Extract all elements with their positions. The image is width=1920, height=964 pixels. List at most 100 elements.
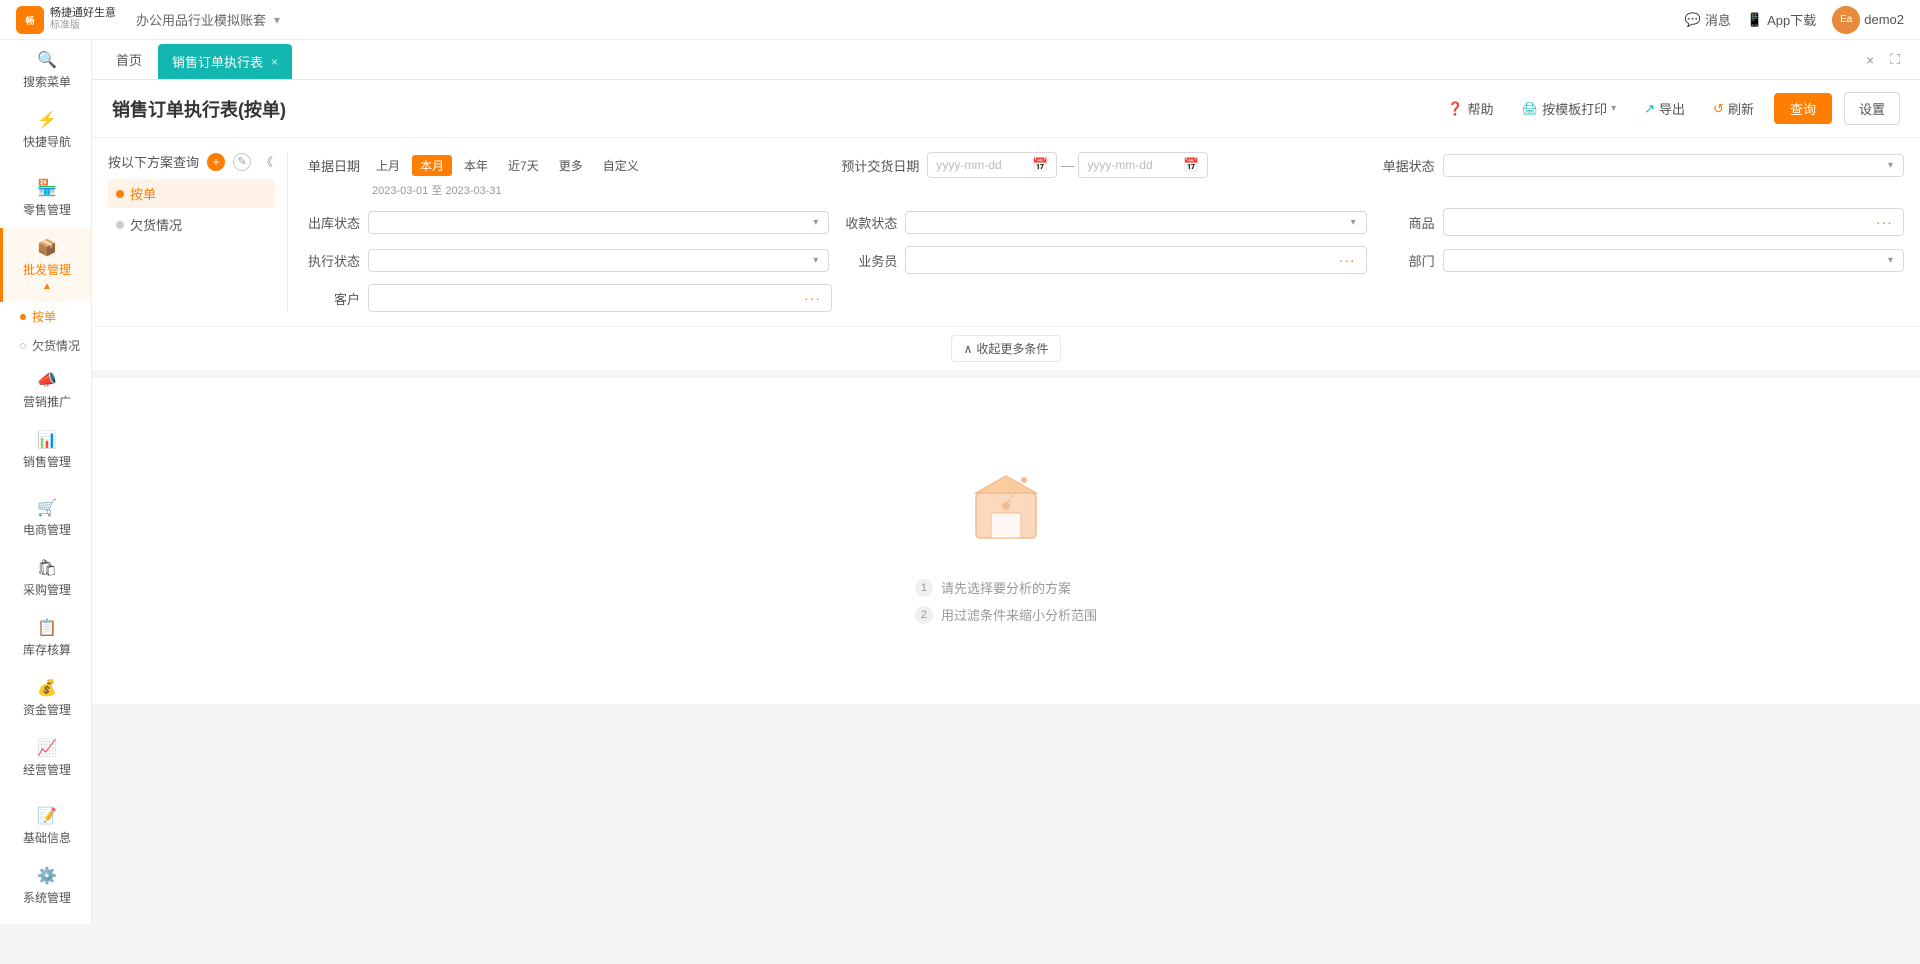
date-separator: —	[1061, 158, 1074, 173]
fullscreen-icon[interactable]: ⛶	[1886, 47, 1904, 72]
sidebar-sub-order[interactable]: 按单	[0, 302, 91, 331]
print-button[interactable]: 🖨 按模板打印 ▾	[1514, 95, 1625, 122]
page-content: 销售订单执行表(按单) ❓ 帮助 🖨 按模板打印 ▾ ↗ 导出	[92, 80, 1920, 924]
date-tab-more[interactable]: 更多	[551, 155, 591, 176]
order-date-label: 单据日期	[304, 156, 360, 175]
expected-date-from[interactable]: yyyy-mm-dd 📅	[927, 152, 1057, 178]
sidebar-item-sales[interactable]: 📊 销售管理	[0, 420, 91, 480]
customer-select[interactable]: ···	[368, 284, 832, 312]
marketing-icon: 📣	[37, 370, 57, 390]
empty-illustration	[956, 458, 1056, 558]
date-tabs: 上月 本月 本年 近7天 更多 自定义	[368, 155, 647, 176]
filter-scheme-list: 按单 欠货情况	[108, 179, 275, 239]
logo[interactable]: 畅 畅捷通好生意 标准版	[16, 6, 116, 34]
sidebar-item-finance[interactable]: 💰 资金管理	[0, 668, 91, 728]
salesperson-select[interactable]: ···	[905, 246, 1366, 274]
basic-icon: 📝	[37, 806, 57, 826]
expected-date-range: yyyy-mm-dd 📅 — yyyy-mm-dd 📅	[927, 152, 1366, 178]
breadcrumb-area: 办公用品行业模拟账套 ▾	[136, 10, 1685, 29]
collapse-scheme-icon[interactable]: 《	[261, 153, 273, 170]
salesperson-dots-icon[interactable]: ···	[1339, 252, 1356, 268]
tab-home[interactable]: 首页	[100, 40, 158, 79]
customer-dots-icon[interactable]: ···	[804, 290, 821, 306]
sidebar-item-quick[interactable]: ⚡ 快捷导航	[0, 100, 91, 160]
breadcrumb[interactable]: 办公用品行业模拟账套	[136, 10, 266, 29]
dept-group: 部门 ▾	[1379, 249, 1904, 272]
help-button[interactable]: ❓ 帮助	[1439, 95, 1501, 122]
message-button[interactable]: 💬 消息	[1685, 10, 1731, 29]
date-tab-this-month[interactable]: 本月	[412, 155, 452, 176]
scheme-dot-order	[116, 190, 124, 198]
avatar: Ea	[1832, 6, 1860, 34]
sidebar-item-retail[interactable]: 🏪 零售管理	[0, 168, 91, 228]
query-button[interactable]: 查询	[1774, 93, 1832, 124]
active-dot	[20, 314, 26, 320]
sidebar-sub-debt[interactable]: 欠货情况	[0, 331, 91, 360]
app-download-button[interactable]: 📱 App下载	[1747, 10, 1816, 29]
sales-icon: 📊	[37, 430, 57, 450]
order-status-select[interactable]: ▾	[1443, 154, 1904, 177]
filter-fields: 单据日期 上月 本月 本年 近7天 更多 自定义	[288, 152, 1904, 312]
top-right: 💬 消息 📱 App下载 Ea demo2	[1685, 6, 1904, 34]
scheme-item-debt[interactable]: 欠货情况	[108, 210, 275, 239]
refresh-button[interactable]: ↺ 刷新	[1705, 95, 1762, 122]
filter-row-2: 出库状态 ▾ 收款状态 ▾	[304, 208, 1904, 236]
sidebar-item-inventory[interactable]: 📋 库存核算	[0, 608, 91, 668]
exec-status-select[interactable]: ▾	[368, 249, 829, 272]
operation-icon: 📈	[37, 738, 57, 758]
goods-dots-icon[interactable]: ···	[1876, 214, 1893, 230]
logo-text: 畅捷通好生意 标准版	[50, 7, 116, 32]
sidebar-item-wholesale[interactable]: 📦 批发管理 ▲	[0, 228, 91, 302]
filter-row-4: 客户 ···	[304, 284, 1904, 312]
salesperson-label: 业务员	[841, 251, 897, 270]
out-status-select[interactable]: ▾	[368, 211, 829, 234]
filter-row-1: 单据日期 上月 本月 本年 近7天 更多 自定义	[304, 152, 1904, 178]
out-status-group: 出库状态 ▾	[304, 211, 829, 234]
filter-rows: 单据日期 上月 本月 本年 近7天 更多 自定义	[304, 152, 1904, 312]
edit-scheme-button[interactable]: ✎	[233, 153, 251, 171]
exec-status-arrow-icon: ▾	[813, 255, 818, 266]
sidebar-item-search[interactable]: 🔍 搜索菜单	[0, 40, 91, 100]
page-header-actions: ❓ 帮助 🖨 按模板打印 ▾ ↗ 导出 ↺ 刷新	[1439, 92, 1900, 125]
breadcrumb-arrow-icon[interactable]: ▾	[274, 13, 280, 27]
receipt-status-select[interactable]: ▾	[905, 211, 1366, 234]
add-scheme-button[interactable]: +	[207, 153, 225, 171]
date-tab-last-month[interactable]: 上月	[368, 155, 408, 176]
download-icon: 📱	[1747, 12, 1763, 28]
collapse-button[interactable]: ∧ 收起更多条件	[951, 335, 1062, 362]
tab-close-icon[interactable]: ×	[271, 55, 278, 69]
tab-active[interactable]: 销售订单执行表 ×	[158, 44, 292, 79]
inventory-icon: 📋	[37, 618, 57, 638]
filter-row-3: 执行状态 ▾ 业务员 ···	[304, 246, 1904, 274]
print-dropdown-icon[interactable]: ▾	[1611, 103, 1616, 114]
close-window-icon[interactable]: ×	[1862, 48, 1878, 72]
dept-select[interactable]: ▾	[1443, 249, 1904, 272]
sidebar-item-purchase[interactable]: 🛍 采购管理	[0, 548, 91, 608]
customer-group: 客户 ···	[304, 284, 832, 312]
empty-tip-1: 1 请先选择要分析的方案	[915, 578, 1097, 597]
goods-select[interactable]: ···	[1443, 208, 1904, 236]
date-tab-7days[interactable]: 近7天	[500, 155, 547, 176]
collapse-row: ∧ 收起更多条件	[92, 326, 1920, 370]
out-status-arrow-icon: ▾	[813, 217, 818, 228]
sidebar-item-system[interactable]: ⚙️ 系统管理	[0, 856, 91, 916]
sidebar-item-cooperation[interactable]: 🤝 企业协同	[0, 916, 91, 924]
svg-text:畅: 畅	[25, 15, 34, 26]
sidebar-item-marketing[interactable]: 📣 营销推广	[0, 360, 91, 420]
print-icon: 🖨	[1522, 101, 1539, 117]
message-icon: 💬	[1685, 12, 1701, 28]
sidebar: 🔍 搜索菜单 ⚡ 快捷导航 🏪 零售管理 📦 批发管理 ▲ 按单 欠货情况 📣	[0, 40, 92, 924]
export-button[interactable]: ↗ 导出	[1636, 95, 1693, 122]
order-date-group: 单据日期 上月 本月 本年 近7天 更多 自定义	[304, 155, 829, 176]
sidebar-item-ecommerce[interactable]: 🛒 电商管理	[0, 488, 91, 548]
user-menu[interactable]: Ea demo2	[1832, 6, 1904, 34]
expected-date-to[interactable]: yyyy-mm-dd 📅	[1078, 152, 1208, 178]
dept-arrow-icon: ▾	[1888, 255, 1893, 266]
scheme-item-order[interactable]: 按单	[108, 179, 275, 208]
sidebar-item-operation[interactable]: 📈 经营管理	[0, 728, 91, 788]
settings-button[interactable]: 设置	[1844, 92, 1900, 125]
date-tab-this-year[interactable]: 本年	[456, 155, 496, 176]
sidebar-item-basic[interactable]: 📝 基础信息	[0, 796, 91, 856]
date-tab-custom[interactable]: 自定义	[595, 155, 647, 176]
page-title: 销售订单执行表(按单)	[112, 96, 286, 122]
